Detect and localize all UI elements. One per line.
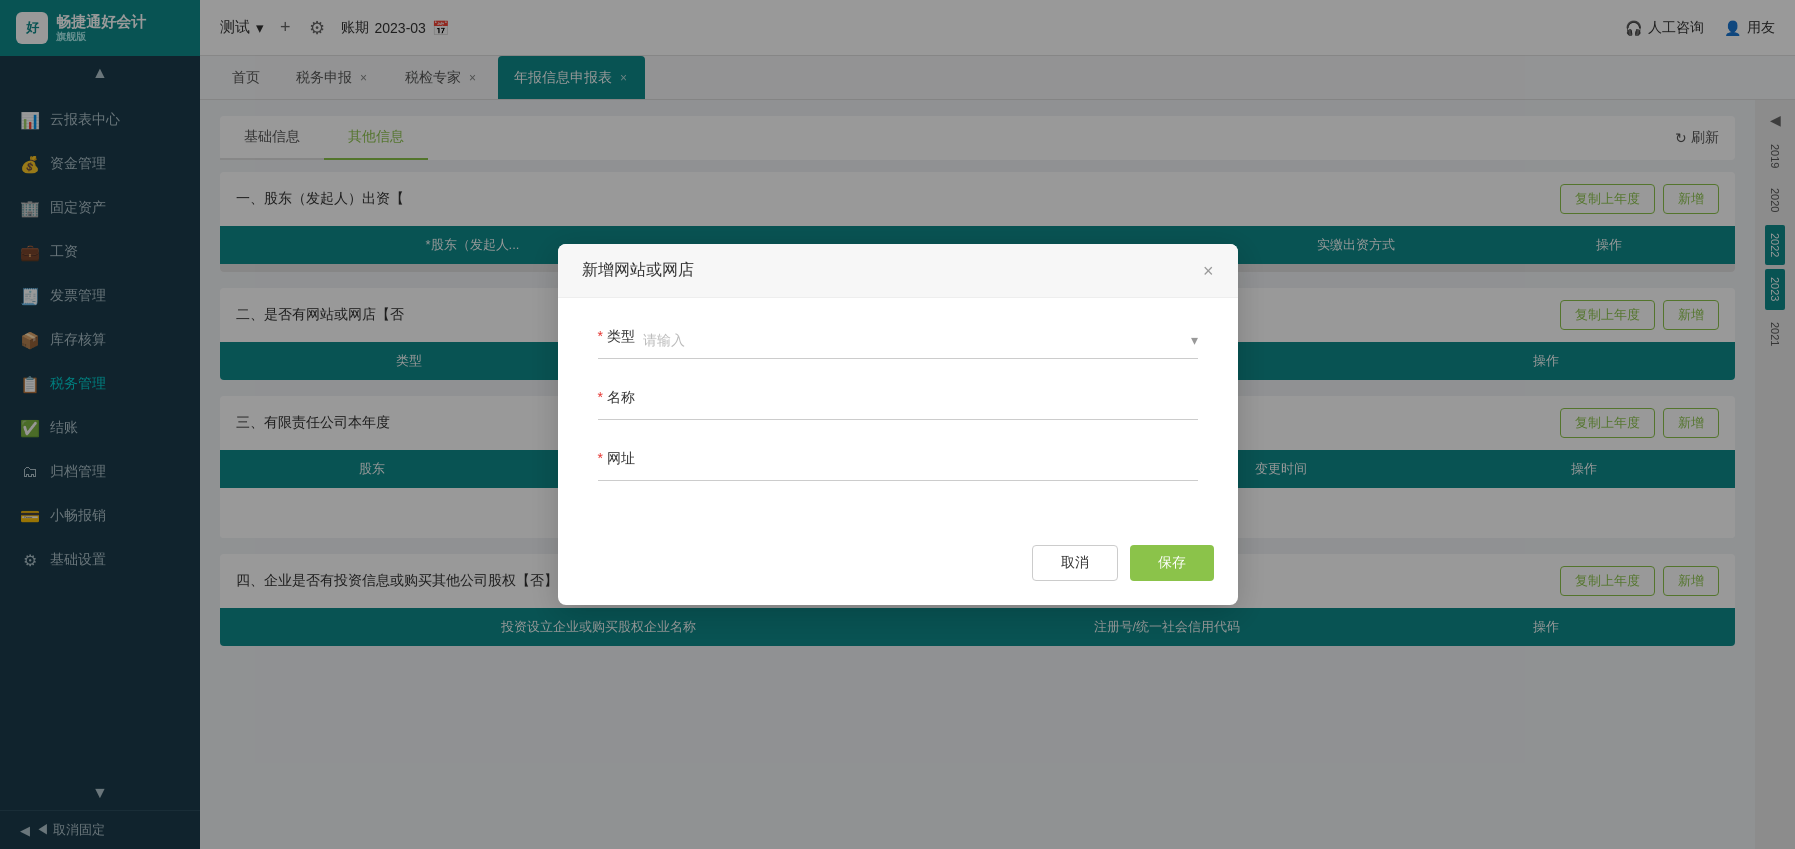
modal-header: 新增网站或网店 ×: [558, 244, 1238, 298]
save-button[interactable]: 保存: [1130, 545, 1214, 581]
url-label: * 网址: [598, 450, 635, 468]
type-input[interactable]: [643, 332, 1191, 348]
modal-overlay[interactable]: 新增网站或网店 × * 类型 ▾ * 名: [0, 0, 1795, 849]
form-row-type: * 类型 ▾: [598, 322, 1198, 359]
cancel-button[interactable]: 取消: [1032, 545, 1118, 581]
modal-close-button[interactable]: ×: [1203, 262, 1214, 280]
modal-body: * 类型 ▾ * 名称: [558, 298, 1238, 529]
form-row-name: * 名称: [598, 383, 1198, 420]
modal-add-website: 新增网站或网店 × * 类型 ▾ * 名: [558, 244, 1238, 605]
type-required-star: *: [598, 328, 603, 344]
modal-footer: 取消 保存: [558, 529, 1238, 605]
name-input-wrapper: * 名称: [598, 383, 1198, 420]
type-dropdown-icon[interactable]: ▾: [1191, 332, 1198, 348]
url-required-star: *: [598, 450, 603, 466]
name-input[interactable]: [643, 393, 1198, 409]
name-label: * 名称: [598, 389, 635, 407]
name-required-star: *: [598, 389, 603, 405]
modal-title: 新增网站或网店: [582, 260, 694, 281]
type-label: * 类型: [598, 328, 635, 346]
url-input[interactable]: [643, 454, 1198, 470]
type-input-wrapper: * 类型 ▾: [598, 322, 1198, 359]
url-input-wrapper: * 网址: [598, 444, 1198, 481]
form-row-url: * 网址: [598, 444, 1198, 481]
